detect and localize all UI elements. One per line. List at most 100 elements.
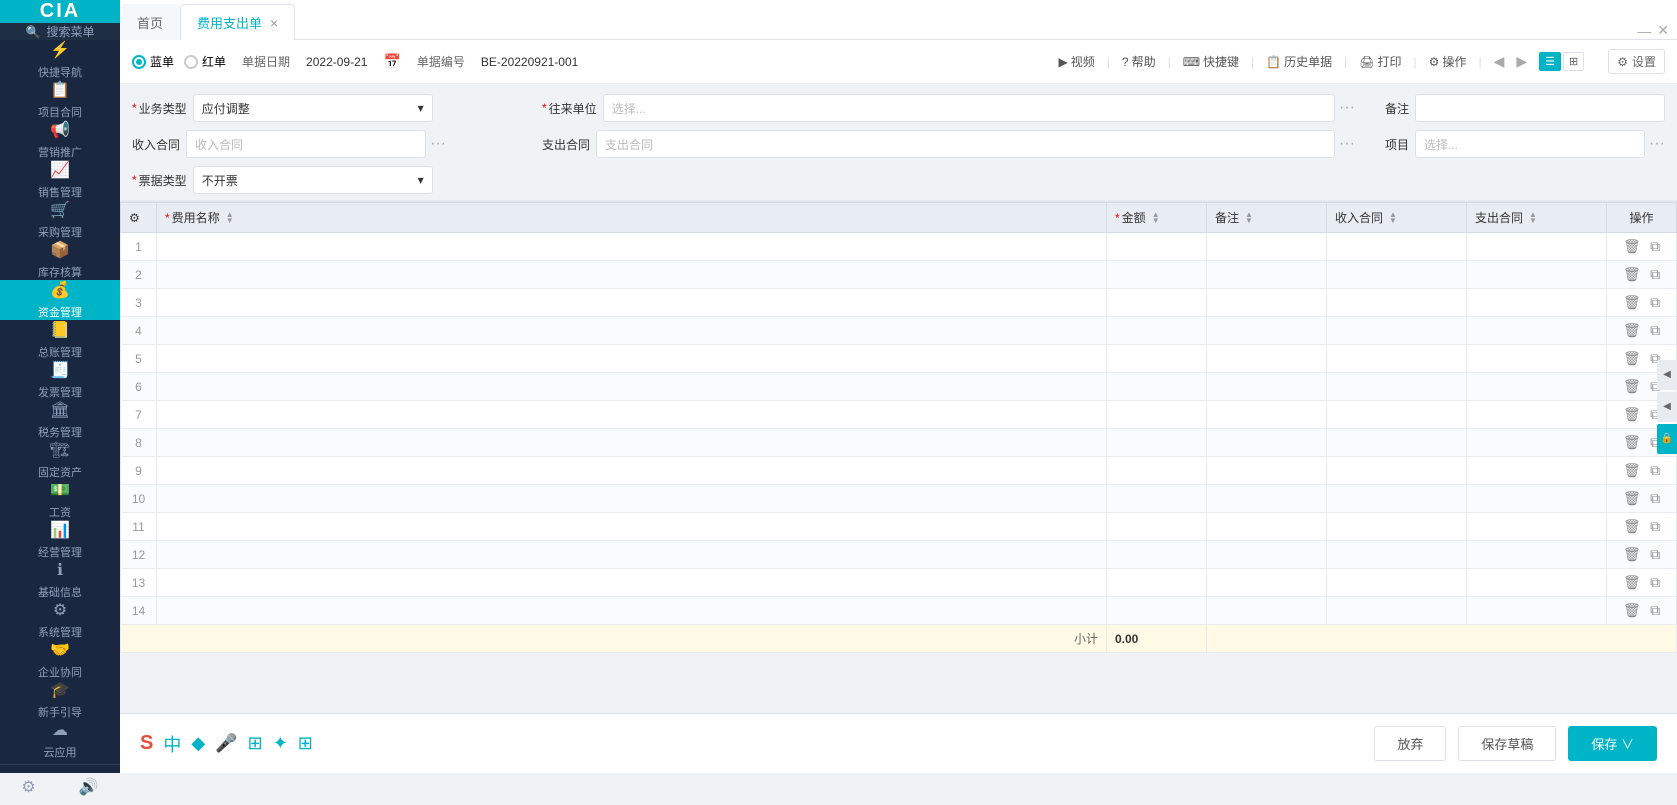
tab-home[interactable]: 首页 — [120, 4, 180, 40]
sidebar-item-capital[interactable]: 💰 资金管理 — [0, 280, 120, 320]
sidebar-item-fixed-assets[interactable]: 🏗 固定资产 — [0, 440, 120, 480]
expense-name-cell-3[interactable] — [157, 289, 1107, 317]
income-contract-cell-2[interactable] — [1327, 261, 1467, 289]
delete-btn-10[interactable]: 🗑 — [1620, 490, 1644, 507]
remark-cell-11[interactable] — [1207, 513, 1327, 541]
copy-btn-3[interactable]: ⧉ — [1647, 294, 1663, 311]
amount-cell-6[interactable] — [1107, 373, 1207, 401]
delete-btn-11[interactable]: 🗑 — [1620, 518, 1644, 535]
counterpart-ellipsis[interactable]: ··· — [1339, 99, 1355, 117]
copy-btn-10[interactable]: ⧉ — [1647, 490, 1663, 507]
expense-contract-cell-11[interactable] — [1467, 513, 1607, 541]
amount-cell-2[interactable] — [1107, 261, 1207, 289]
th-income-contract[interactable]: 收入合同 ▲▼ — [1327, 203, 1467, 233]
set-button[interactable]: ⚙ 设置 — [1608, 49, 1665, 74]
sidebar-item-purchase[interactable]: 🛒 采购管理 — [0, 200, 120, 240]
biz-type-select[interactable]: 应付调整 ▾ — [193, 94, 433, 122]
remark-cell-10[interactable] — [1207, 485, 1327, 513]
expense-contract-ellipsis[interactable]: ··· — [1339, 135, 1355, 153]
amount-cell-13[interactable] — [1107, 569, 1207, 597]
remark-cell-7[interactable] — [1207, 401, 1327, 429]
income-contract-cell-12[interactable] — [1327, 541, 1467, 569]
remark-cell-3[interactable] — [1207, 289, 1327, 317]
delete-btn-8[interactable]: 🗑 — [1620, 434, 1644, 451]
sidebar-item-new-guide[interactable]: 🎓 新手引导 — [0, 680, 120, 720]
amount-cell-7[interactable] — [1107, 401, 1207, 429]
tool-mic[interactable]: 🎤 — [215, 733, 237, 754]
tab-expense-bill[interactable]: 费用支出单 × — [180, 4, 295, 40]
discard-button[interactable]: 放弃 — [1374, 726, 1446, 761]
expense-contract-cell-6[interactable] — [1467, 373, 1607, 401]
income-contract-cell-11[interactable] — [1327, 513, 1467, 541]
tool-grid[interactable]: ⊞ — [248, 733, 263, 754]
copy-btn-1[interactable]: ⧉ — [1647, 238, 1663, 255]
th-remark[interactable]: 备注 ▲▼ — [1207, 203, 1327, 233]
sidebar-item-salary[interactable]: 💵 工资 — [0, 480, 120, 520]
copy-btn-14[interactable]: ⧉ — [1647, 602, 1663, 619]
expense-contract-cell-2[interactable] — [1467, 261, 1607, 289]
copy-btn-9[interactable]: ⧉ — [1647, 462, 1663, 479]
remark-cell-6[interactable] — [1207, 373, 1327, 401]
income-contract-cell-7[interactable] — [1327, 401, 1467, 429]
expense-name-cell-5[interactable] — [157, 345, 1107, 373]
save-button[interactable]: 保存 ∨ — [1568, 726, 1657, 761]
expense-contract-cell-12[interactable] — [1467, 541, 1607, 569]
amount-cell-4[interactable] — [1107, 317, 1207, 345]
sidebar-item-sales[interactable]: 📈 销售管理 — [0, 160, 120, 200]
delete-btn-14[interactable]: 🗑 — [1620, 602, 1644, 619]
video-btn[interactable]: ▶ 视频 — [1059, 53, 1095, 70]
sidebar-item-quick-nav[interactable]: ⚡ 快捷导航 — [0, 40, 120, 80]
copy-btn-2[interactable]: ⧉ — [1647, 266, 1663, 283]
th-amount[interactable]: * 金额 ▲▼ — [1107, 203, 1207, 233]
income-contract-input[interactable]: 收入合同 — [186, 130, 426, 158]
amount-cell-10[interactable] — [1107, 485, 1207, 513]
expense-name-cell-8[interactable] — [157, 429, 1107, 457]
delete-btn-4[interactable]: 🗑 — [1620, 322, 1644, 339]
expense-name-cell-14[interactable] — [157, 597, 1107, 625]
sidebar-item-invoice[interactable]: 🧾 发票管理 — [0, 360, 120, 400]
expense-name-cell-11[interactable] — [157, 513, 1107, 541]
sidebar-item-enterprise[interactable]: 🤝 企业协同 — [0, 640, 120, 680]
remark-cell-8[interactable] — [1207, 429, 1327, 457]
amount-cell-3[interactable] — [1107, 289, 1207, 317]
tool-diamond[interactable]: ◆ — [191, 733, 205, 754]
amount-cell-14[interactable] — [1107, 597, 1207, 625]
th-expense-contract[interactable]: 支出合同 ▲▼ — [1467, 203, 1607, 233]
expense-contract-cell-3[interactable] — [1467, 289, 1607, 317]
remark-input[interactable] — [1415, 94, 1665, 122]
expense-contract-cell-8[interactable] — [1467, 429, 1607, 457]
delete-btn-3[interactable]: 🗑 — [1620, 294, 1644, 311]
delete-btn-6[interactable]: 🗑 — [1620, 378, 1644, 395]
income-contract-cell-14[interactable] — [1327, 597, 1467, 625]
calendar-icon[interactable]: 📅 — [383, 53, 400, 70]
side-float-btn-1[interactable]: ◀ — [1657, 360, 1677, 390]
invoice-type-select[interactable]: 不开票 ▾ — [193, 166, 433, 194]
income-contract-cell-8[interactable] — [1327, 429, 1467, 457]
next-arrow[interactable]: ▶ — [1516, 53, 1527, 70]
tool-star[interactable]: ✦ — [273, 733, 288, 754]
sidebar-item-tax[interactable]: 🏛 税务管理 — [0, 400, 120, 440]
sidebar-item-operations[interactable]: 📊 经营管理 — [0, 520, 120, 560]
expense-name-cell-10[interactable] — [157, 485, 1107, 513]
delete-btn-13[interactable]: 🗑 — [1620, 574, 1644, 591]
delete-btn-7[interactable]: 🗑 — [1620, 406, 1644, 423]
remark-cell-4[interactable] — [1207, 317, 1327, 345]
sidebar-search[interactable]: 🔍 搜索菜单 — [0, 23, 120, 40]
income-contract-cell-4[interactable] — [1327, 317, 1467, 345]
income-contract-cell-9[interactable] — [1327, 457, 1467, 485]
expense-contract-cell-4[interactable] — [1467, 317, 1607, 345]
tool-zhong[interactable]: 中 — [163, 731, 181, 757]
sidebar-item-marketing[interactable]: 📢 营销推广 — [0, 120, 120, 160]
counterpart-input[interactable]: 选择... — [603, 94, 1335, 122]
th-gear[interactable]: ⚙ — [121, 203, 157, 233]
print-btn[interactable]: 🖨 打印 — [1359, 53, 1401, 70]
copy-btn-4[interactable]: ⧉ — [1647, 322, 1663, 339]
expense-name-cell-1[interactable] — [157, 233, 1107, 261]
side-float-btn-lock[interactable]: 🔒 — [1657, 424, 1677, 454]
amount-cell-12[interactable] — [1107, 541, 1207, 569]
expense-name-cell-7[interactable] — [157, 401, 1107, 429]
project-input[interactable]: 选择... — [1415, 130, 1645, 158]
ops-btn[interactable]: ⚙ 操作 — [1429, 53, 1467, 70]
expense-contract-cell-14[interactable] — [1467, 597, 1607, 625]
income-contract-cell-1[interactable] — [1327, 233, 1467, 261]
